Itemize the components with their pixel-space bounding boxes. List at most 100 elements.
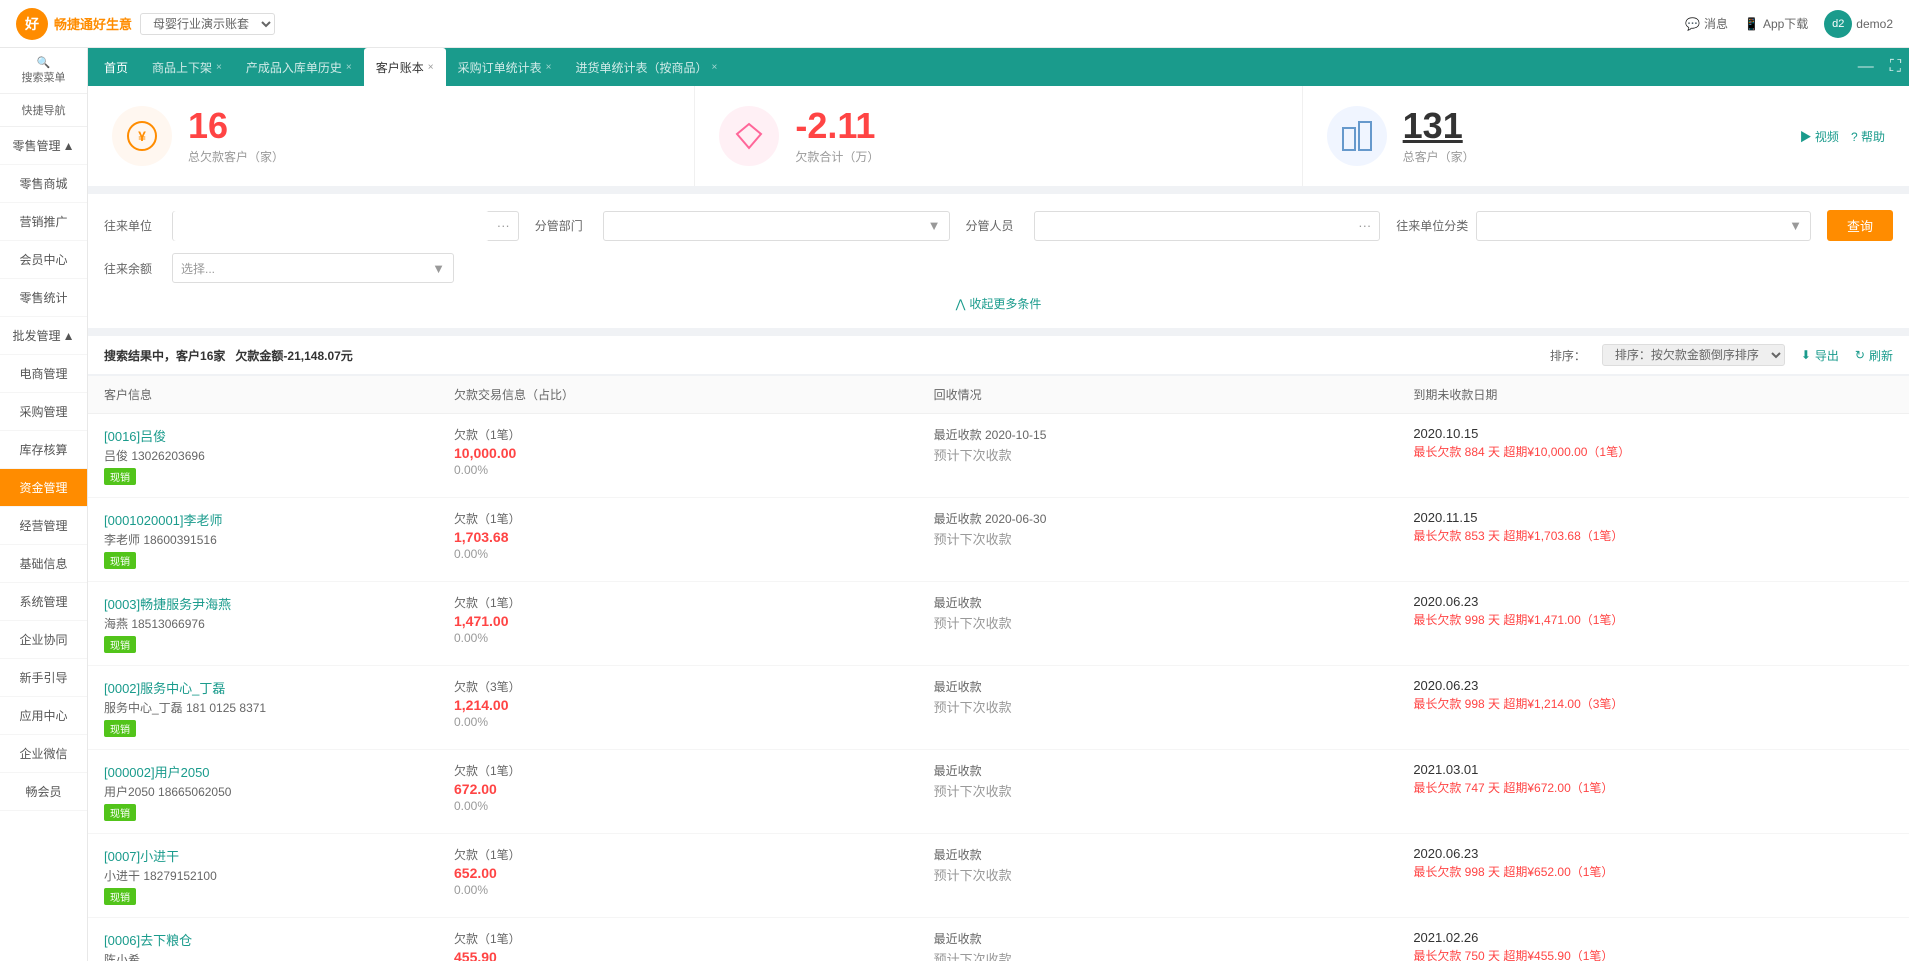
username: demo2 bbox=[1856, 17, 1893, 31]
tab-inbound-stats[interactable]: 进货单统计表（按商品） × bbox=[563, 48, 729, 86]
tab-product-history[interactable]: 产成品入库单历史 × bbox=[234, 48, 364, 86]
tab-home[interactable]: 首页 bbox=[92, 48, 140, 86]
filter-dept-input[interactable] bbox=[612, 219, 928, 233]
sidebar-item-retail-mall[interactable]: 零售商城 bbox=[0, 165, 87, 203]
overdue-link-2[interactable]: 超期¥1,703.68（1笔） bbox=[1503, 529, 1623, 543]
sidebar-item-system[interactable]: 系统管理 bbox=[0, 583, 87, 621]
tab-product-publish-close[interactable]: × bbox=[216, 62, 222, 73]
refresh-button[interactable]: ↻ 刷新 bbox=[1855, 347, 1893, 364]
collapse-button[interactable]: ⋀ 收起更多条件 bbox=[104, 295, 1893, 312]
overdue-date-7: 2021.02.26 bbox=[1413, 930, 1893, 945]
tab-customer-account[interactable]: 客户账本 × bbox=[364, 48, 446, 86]
debt-percent-5: 0.00% bbox=[454, 799, 934, 813]
video-icon: ▶ bbox=[1800, 130, 1812, 144]
filter-unit-category-select-wrap: ▼ bbox=[1476, 211, 1811, 241]
stat-icon-currency: ¥ bbox=[112, 106, 172, 166]
customer-name-4[interactable]: [0002]服务中心_丁磊 bbox=[104, 678, 454, 697]
tab-purchase-order[interactable]: 采购订单统计表 × bbox=[446, 48, 564, 86]
video-btn[interactable]: ▶ 视频 bbox=[1800, 128, 1839, 145]
filter-person-input[interactable] bbox=[1035, 219, 1351, 233]
customer-info-2: [0001020001]李老师 李老师 18600391516 现销 bbox=[104, 510, 454, 569]
filter-from-unit-input[interactable] bbox=[173, 211, 489, 241]
debt-percent-3: 0.00% bbox=[454, 631, 934, 645]
sidebar-enterprise-wechat-label: 企业微信 bbox=[19, 747, 67, 761]
customer-name-3[interactable]: [0003]畅捷服务尹海燕 bbox=[104, 594, 454, 613]
next-collection-5: 预计下次收款 bbox=[934, 781, 1414, 800]
sidebar-item-purchase[interactable]: 采购管理 bbox=[0, 393, 87, 431]
filter-balance-label: 往来余额 bbox=[104, 260, 164, 277]
tabs-minimize-btn[interactable]: — bbox=[1854, 58, 1878, 76]
tab-product-history-close[interactable]: × bbox=[346, 62, 352, 73]
sidebar-item-vip-member[interactable]: 畅会员 bbox=[0, 773, 87, 811]
sidebar-item-enterprise-wechat[interactable]: 企业微信 bbox=[0, 735, 87, 773]
debt-info-7: 欠款（1笔） 455.90 0.00% bbox=[454, 930, 934, 961]
sidebar-item-marketing[interactable]: 营销推广 bbox=[0, 203, 87, 241]
tab-customer-account-close[interactable]: × bbox=[428, 62, 434, 73]
debt-amount-1: 10,000.00 bbox=[454, 445, 934, 461]
stat-card-total-customers: 131 总客户（家） ▶ 视频 ? 帮助 bbox=[1303, 86, 1909, 186]
message-btn[interactable]: 💬 消息 bbox=[1685, 15, 1728, 32]
sidebar-item-batch-manage[interactable]: 批发管理 ▲ bbox=[0, 317, 87, 355]
overdue-link-1[interactable]: 超期¥10,000.00（1笔） bbox=[1503, 445, 1630, 459]
sidebar-vip-member-label: 畅会员 bbox=[25, 785, 61, 799]
sidebar-batch-manage-label: 批发管理 bbox=[13, 327, 61, 344]
stat-icon-diamond bbox=[719, 106, 779, 166]
customer-name-5[interactable]: [000002]用户2050 bbox=[104, 762, 454, 781]
sidebar-item-new-guide[interactable]: 新手引导 bbox=[0, 659, 87, 697]
sidebar-finance-label: 资金管理 bbox=[19, 481, 67, 495]
customer-name-6[interactable]: [0007]小进干 bbox=[104, 846, 454, 865]
filter-row-1: 往来单位 ··· 分管部门 ▼ 分管人员 bbox=[104, 210, 1893, 241]
sidebar-item-inventory[interactable]: 库存核算 bbox=[0, 431, 87, 469]
sidebar-item-finance[interactable]: 资金管理 bbox=[0, 469, 87, 507]
overdue-link-4[interactable]: 超期¥1,214.00（3笔） bbox=[1503, 697, 1623, 711]
filter-person-dots[interactable]: ··· bbox=[1350, 218, 1379, 233]
sidebar-item-operation[interactable]: 经营管理 bbox=[0, 507, 87, 545]
chevron-down-category-icon: ▼ bbox=[1789, 218, 1802, 233]
filter-unit-category-input[interactable] bbox=[1485, 219, 1789, 233]
next-collection-2: 预计下次收款 bbox=[934, 529, 1414, 548]
stat-card-actions: ▶ 视频 ? 帮助 bbox=[1800, 128, 1885, 145]
user-menu[interactable]: d2 demo2 bbox=[1824, 10, 1893, 38]
overdue-link-5[interactable]: 超期¥672.00（1笔） bbox=[1503, 781, 1613, 795]
debt-count-1: 欠款（1笔） bbox=[454, 426, 934, 443]
sidebar-search[interactable]: 🔍 搜索菜单 bbox=[0, 48, 87, 94]
sidebar-item-retail-stats[interactable]: 零售统计 bbox=[0, 279, 87, 317]
tab-purchase-order-close[interactable]: × bbox=[546, 62, 552, 73]
sidebar-item-enterprise-coop[interactable]: 企业协同 bbox=[0, 621, 87, 659]
sidebar-item-retail-manage[interactable]: 零售管理 ▲ bbox=[0, 127, 87, 165]
export-button[interactable]: ⬇ 导出 bbox=[1801, 347, 1839, 364]
overdue-info-6: 2020.06.23 最长欠款 998 天 超期¥652.00（1笔） bbox=[1413, 846, 1893, 880]
customer-name-2[interactable]: [0001020001]李老师 bbox=[104, 510, 454, 529]
sidebar-item-member[interactable]: 会员中心 bbox=[0, 241, 87, 279]
customer-info-6: [0007]小进干 小进干 18279152100 现销 bbox=[104, 846, 454, 905]
industry-selector[interactable]: 母婴行业演示账套 bbox=[140, 13, 275, 35]
collection-info-3: 最近收款 预计下次收款 bbox=[934, 594, 1414, 632]
collapse-row: ⋀ 收起更多条件 bbox=[104, 295, 1893, 312]
customer-name-7[interactable]: [0006]去下粮仓 bbox=[104, 930, 454, 949]
tab-inbound-stats-close[interactable]: × bbox=[711, 62, 717, 73]
sidebar-item-app-center[interactable]: 应用中心 bbox=[0, 697, 87, 735]
sidebar-new-guide-label: 新手引导 bbox=[19, 671, 67, 685]
sort-select[interactable]: 排序：按欠款金额倒序排序 bbox=[1602, 344, 1785, 366]
filter-from-unit-dots[interactable]: ··· bbox=[489, 218, 518, 233]
filter-person: 分管人员 ··· bbox=[966, 211, 1381, 241]
overdue-link-7[interactable]: 超期¥455.90（1笔） bbox=[1503, 949, 1613, 961]
search-button[interactable]: 查询 bbox=[1827, 210, 1893, 241]
customer-phone-5: 用户2050 18665062050 bbox=[104, 783, 454, 800]
customer-info-5: [000002]用户2050 用户2050 18665062050 现销 bbox=[104, 762, 454, 821]
tabs-maximize-btn[interactable]: ⛶ bbox=[1886, 58, 1905, 76]
table-header-customer: 客户信息 bbox=[104, 386, 454, 403]
sidebar-item-basic-info[interactable]: 基础信息 bbox=[0, 545, 87, 583]
help-btn[interactable]: ? 帮助 bbox=[1851, 128, 1885, 145]
overdue-link-6[interactable]: 超期¥652.00（1笔） bbox=[1503, 865, 1613, 879]
app-download-btn[interactable]: 📱 App下载 bbox=[1744, 15, 1808, 32]
sidebar-item-ecommerce[interactable]: 电商管理 bbox=[0, 355, 87, 393]
tab-product-publish[interactable]: 商品上下架 × bbox=[140, 48, 234, 86]
last-collection-2: 最近收款 2020-06-30 bbox=[934, 510, 1414, 527]
overdue-link-3[interactable]: 超期¥1,471.00（1笔） bbox=[1503, 613, 1623, 627]
customer-name-1[interactable]: [0016]吕俊 bbox=[104, 426, 454, 445]
stat-label-debt-customers: 总欠款客户（家） bbox=[188, 148, 284, 165]
stat-card-total-debt: -2.11 欠款合计（万） bbox=[695, 86, 1302, 186]
results-text: 搜索结果中，客户16家 欠款金额-21,148.07元 bbox=[104, 347, 353, 364]
sidebar-quick-nav[interactable]: 快捷导航 bbox=[0, 94, 87, 127]
